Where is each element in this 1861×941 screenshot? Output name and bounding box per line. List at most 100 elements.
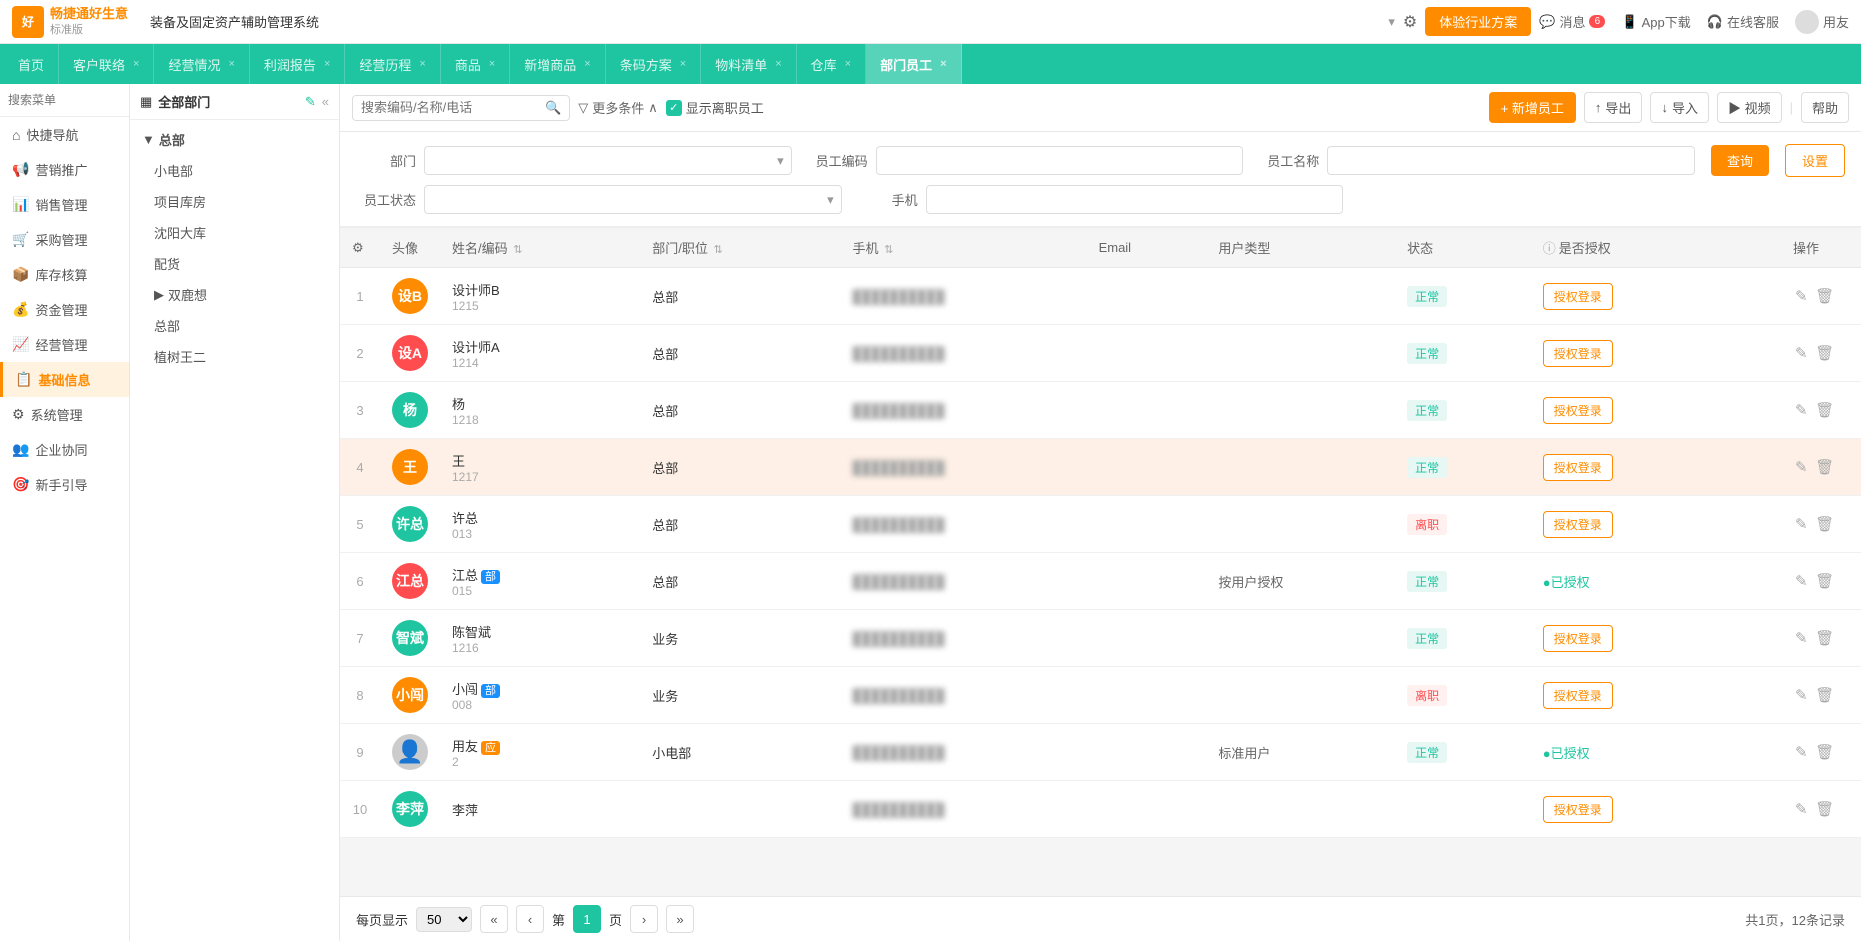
search-input[interactable] (361, 100, 541, 115)
tab-home[interactable]: 首页 (4, 44, 59, 84)
tab-close-icon[interactable]: × (845, 58, 851, 70)
sidebar-item-sales[interactable]: 📊销售管理 (0, 187, 129, 222)
tab-close-icon[interactable]: × (775, 58, 781, 70)
next-page-btn[interactable]: › (630, 905, 658, 933)
edit-button[interactable]: ✎ (1793, 513, 1810, 535)
sidebar-item-operation[interactable]: 📈经营管理 (0, 327, 129, 362)
auth-button[interactable]: 授权登录 (1543, 397, 1613, 424)
delete-button[interactable]: 🗑 (1813, 570, 1836, 592)
col-phone[interactable]: 手机 ⇅ (840, 228, 1086, 268)
tab-close-icon[interactable]: × (419, 58, 425, 70)
delete-button[interactable]: 🗑 (1813, 399, 1836, 421)
edit-button[interactable]: ✎ (1793, 456, 1810, 478)
col-settings[interactable]: ⚙ (340, 228, 380, 268)
sidebar-item-finance[interactable]: 💰资金管理 (0, 292, 129, 327)
auth-button[interactable]: 授权登录 (1543, 283, 1613, 310)
tab-close-icon[interactable]: × (324, 58, 330, 70)
edit-button[interactable]: ✎ (1793, 684, 1810, 706)
dept-collapse-icon[interactable]: « (322, 94, 329, 109)
edit-button[interactable]: ✎ (1793, 285, 1810, 307)
show-resigned-checkbox[interactable]: ✓ 显示离职员工 (666, 98, 764, 117)
code-input[interactable] (876, 146, 1244, 175)
tab-bom[interactable]: 物料清单× (701, 44, 796, 84)
sidebar-item-collab[interactable]: 👥企业协同 (0, 432, 129, 467)
tab-employee[interactable]: 部门员工× (866, 44, 961, 84)
auth-button[interactable]: 授权登录 (1543, 511, 1613, 538)
edit-button[interactable]: ✎ (1793, 342, 1810, 364)
sidebar-item-guide[interactable]: 🎯新手引导 (0, 467, 129, 502)
edit-button[interactable]: ✎ (1793, 570, 1810, 592)
delete-button[interactable]: 🗑 (1813, 627, 1836, 649)
delete-button[interactable]: 🗑 (1813, 684, 1836, 706)
sidebar-search-input[interactable] (8, 93, 130, 107)
col-name[interactable]: 姓名/编码 ⇅ (440, 228, 640, 268)
add-employee-button[interactable]: + 新增员工 (1489, 92, 1576, 123)
dept-item-headquarter[interactable]: ▼ 总部 (130, 124, 339, 155)
dept-item-xiaodian[interactable]: 小电部 (130, 155, 339, 186)
status-select[interactable] (424, 185, 842, 214)
name-input[interactable] (1327, 146, 1695, 175)
phone-input[interactable] (926, 185, 1344, 214)
edit-button[interactable]: ✎ (1793, 399, 1810, 421)
view-button[interactable]: ▶ 视频 (1717, 92, 1782, 123)
sidebar-item-marketing[interactable]: 📢营销推广 (0, 152, 129, 187)
dept-item-shuanglu[interactable]: ▶ 双鹿想 (130, 279, 339, 310)
delete-button[interactable]: 🗑 (1813, 342, 1836, 364)
dept-item-shenyang[interactable]: 沈阳大库 (130, 217, 339, 248)
message-btn[interactable]: 💬 消息 6 (1539, 12, 1605, 31)
tab-close-icon[interactable]: × (133, 58, 139, 70)
edit-button[interactable]: ✎ (1793, 627, 1810, 649)
edit-button[interactable]: ✎ (1793, 798, 1810, 820)
tab-close-icon[interactable]: × (228, 58, 234, 70)
page-size-select[interactable]: 50 20 100 (416, 907, 472, 932)
delete-button[interactable]: 🗑 (1813, 456, 1836, 478)
import-button[interactable]: ↓ 导入 (1650, 92, 1709, 123)
delete-button[interactable]: 🗑 (1813, 513, 1836, 535)
current-page-btn[interactable]: 1 (573, 905, 601, 933)
dept-item-project[interactable]: 项目库房 (130, 186, 339, 217)
delete-button[interactable]: 🗑 (1813, 741, 1836, 763)
help-button[interactable]: 帮助 (1801, 92, 1849, 123)
dept-item-zongbu[interactable]: 总部 (130, 310, 339, 341)
user-menu[interactable]: 用友 (1795, 10, 1849, 34)
tab-operation[interactable]: 经营情况× (154, 44, 249, 84)
dropdown-arrow-icon[interactable]: ▾ (1388, 14, 1395, 30)
trial-button[interactable]: 体验行业方案 (1425, 7, 1531, 36)
auth-button[interactable]: 授权登录 (1543, 454, 1613, 481)
prev-page-btn[interactable]: ‹ (516, 905, 544, 933)
search-icon[interactable]: 🔍 (545, 100, 561, 116)
delete-button[interactable]: 🗑 (1813, 285, 1836, 307)
auth-button[interactable]: 授权登录 (1543, 625, 1613, 652)
tab-new-goods[interactable]: 新增商品× (510, 44, 605, 84)
col-dept[interactable]: 部门/职位 ⇅ (640, 228, 840, 268)
sidebar-item-inventory[interactable]: 📦库存核算 (0, 257, 129, 292)
dept-select[interactable] (424, 146, 792, 175)
tab-history[interactable]: 经营历程× (345, 44, 440, 84)
tab-close-icon[interactable]: × (489, 58, 495, 70)
tab-goods[interactable]: 商品× (441, 44, 510, 84)
tab-warehouse[interactable]: 仓库× (797, 44, 866, 84)
sidebar-item-purchase[interactable]: 🛒采购管理 (0, 222, 129, 257)
last-page-btn[interactable]: » (666, 905, 694, 933)
auth-button[interactable]: 授权登录 (1543, 796, 1613, 823)
app-download-btn[interactable]: 📱 App下载 (1621, 12, 1690, 31)
first-page-btn[interactable]: « (480, 905, 508, 933)
auth-button[interactable]: 授权登录 (1543, 340, 1613, 367)
dept-edit-icon[interactable]: ✎ (305, 94, 316, 110)
tab-barcode[interactable]: 条码方案× (606, 44, 701, 84)
dept-item-zhishu[interactable]: 植树王二 (130, 341, 339, 372)
delete-button[interactable]: 🗑 (1813, 798, 1836, 820)
settings-icon[interactable]: ⚙ (1403, 12, 1417, 32)
reset-button[interactable]: 设置 (1785, 144, 1845, 177)
online-service-btn[interactable]: 🎧 在线客服 (1707, 12, 1779, 31)
export-button[interactable]: ↑ 导出 (1584, 92, 1643, 123)
tab-customer[interactable]: 客户联络× (59, 44, 154, 84)
sidebar-item-quicknav[interactable]: ⌂快捷导航 (0, 117, 129, 152)
sidebar-item-system[interactable]: ⚙系统管理 (0, 397, 129, 432)
tab-close-icon[interactable]: × (940, 58, 946, 70)
dept-item-peihuo[interactable]: 配货 (130, 248, 339, 279)
edit-button[interactable]: ✎ (1793, 741, 1810, 763)
tab-close-icon[interactable]: × (680, 58, 686, 70)
query-button[interactable]: 查询 (1711, 145, 1769, 176)
sidebar-item-basic[interactable]: 📋基础信息 (0, 362, 129, 397)
